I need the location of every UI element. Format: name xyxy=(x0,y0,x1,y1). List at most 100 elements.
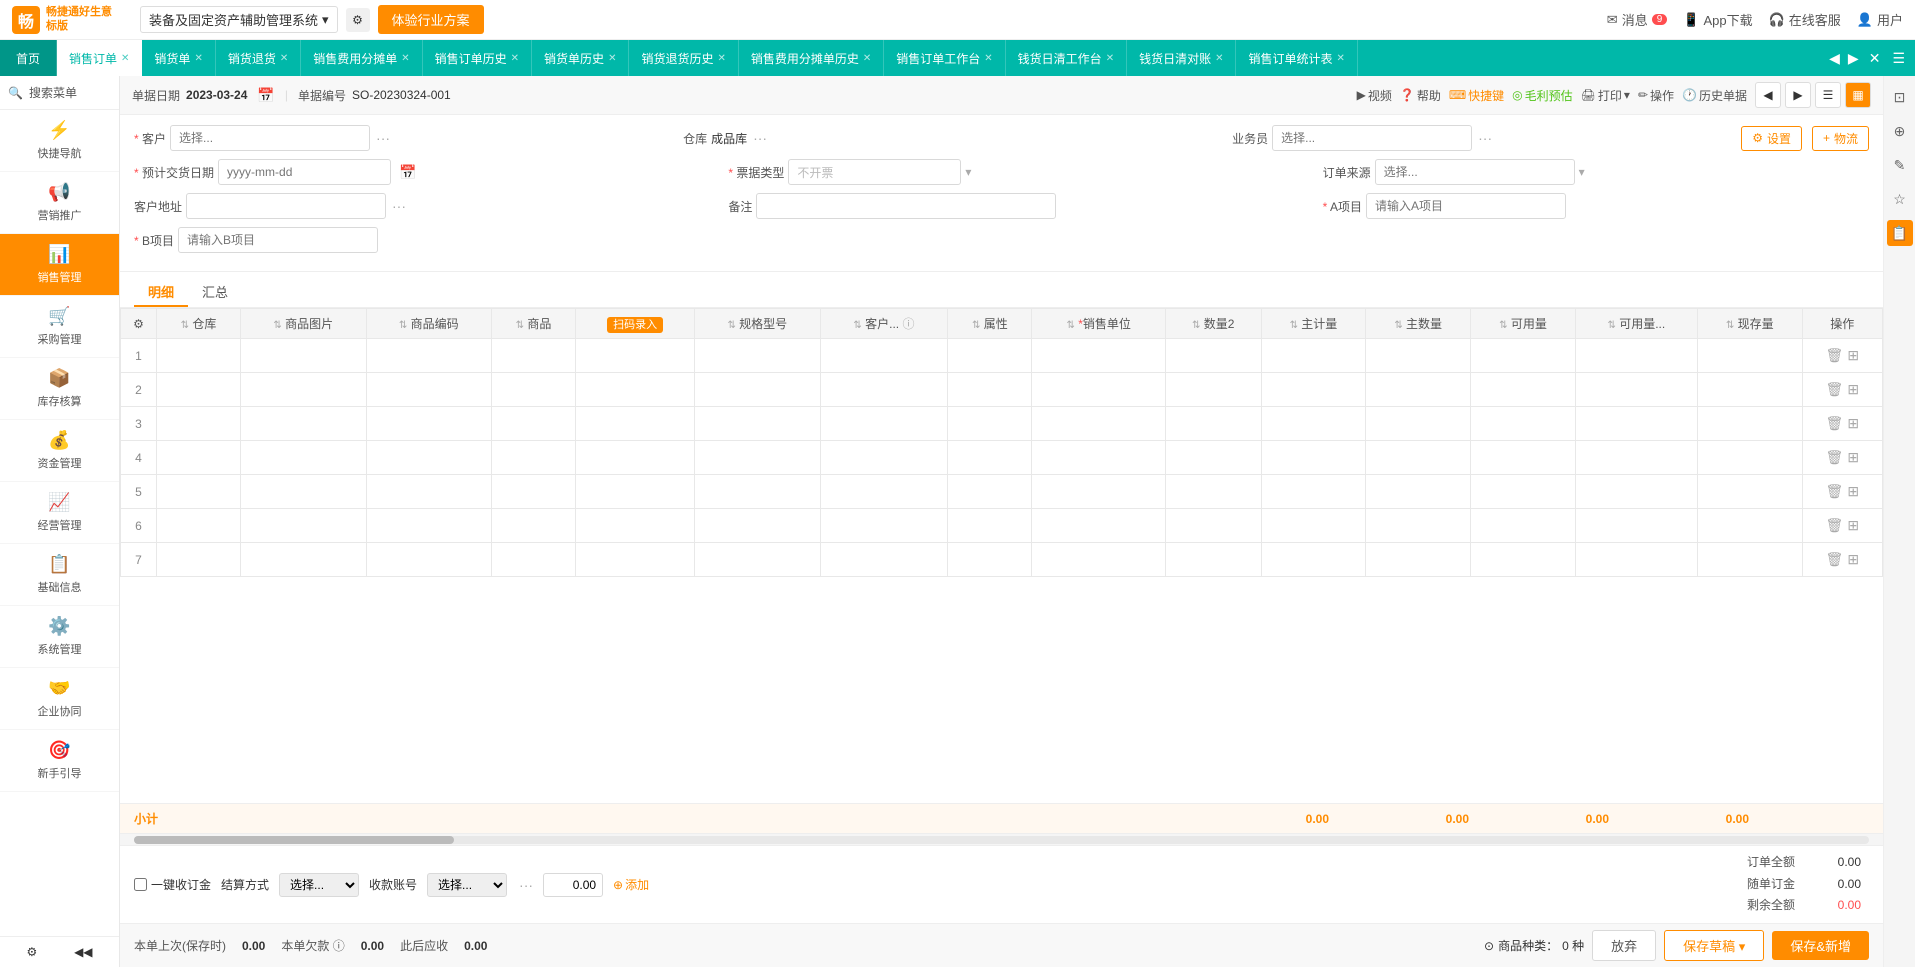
settings-icon[interactable]: ⚙ xyxy=(346,8,370,32)
sidebar-item-enterprise[interactable]: 🤝 企业协同 xyxy=(0,668,119,730)
online-service-item[interactable]: 🎧 在线客服 xyxy=(1769,10,1841,29)
tab-close-icon[interactable]: ✕ xyxy=(863,53,871,64)
payment-amount-input[interactable] xyxy=(543,873,603,897)
add-payment-btn[interactable]: ⊕ 添加 xyxy=(613,876,649,893)
tab-sales-order[interactable]: 销售订单 ✕ xyxy=(57,40,142,76)
quick-close-checkbox[interactable] xyxy=(134,878,147,891)
tab-close-icon[interactable]: ✕ xyxy=(608,53,616,64)
tab-close-icon[interactable]: ✕ xyxy=(1215,53,1223,64)
shortcut-btn[interactable]: ⌨ 快捷键 xyxy=(1449,87,1504,104)
delivery-date-input[interactable] xyxy=(218,159,391,185)
right-icon-5[interactable]: 📋 xyxy=(1887,220,1913,246)
discard-btn[interactable]: 放弃 xyxy=(1592,930,1656,961)
history-btn[interactable]: 🕐 历史单据 xyxy=(1682,87,1747,104)
project-b-input[interactable] xyxy=(178,227,378,253)
project-a-input[interactable] xyxy=(1366,193,1566,219)
delete-row-icon[interactable]: 🗑 xyxy=(1826,483,1844,500)
tab-close-icon[interactable]: ✕ xyxy=(401,53,409,64)
sidebar-settings-icon[interactable]: ⚙ xyxy=(26,945,37,959)
salesperson-input[interactable] xyxy=(1272,125,1472,151)
sidebar-item-finance[interactable]: 💰 资金管理 xyxy=(0,420,119,482)
sidebar-item-guide[interactable]: 🎯 新手引导 xyxy=(0,730,119,792)
tab-return-history[interactable]: 销货退货历史 ✕ xyxy=(629,40,738,76)
sidebar-item-search[interactable]: 🔍 搜索菜单 xyxy=(0,76,119,110)
order-source-input[interactable] xyxy=(1375,159,1575,185)
copy-row-icon[interactable]: ⊞ xyxy=(1847,347,1859,364)
tab-invoice-history[interactable]: 销货单历史 ✕ xyxy=(532,40,629,76)
horizontal-scrollbar[interactable] xyxy=(120,833,1883,845)
message-item[interactable]: ✉ 消息 9 xyxy=(1607,10,1667,29)
sidebar-item-system[interactable]: ⚙️ 系统管理 xyxy=(0,606,119,668)
user-item[interactable]: 👤 用户 xyxy=(1857,10,1903,29)
tab-close-all[interactable]: ✕ xyxy=(1863,50,1887,67)
sidebar-collapse-icon[interactable]: ◀◀ xyxy=(74,945,92,959)
account-more-icon[interactable]: ··· xyxy=(519,877,533,893)
tab-close-icon[interactable]: ✕ xyxy=(511,53,519,64)
tab-menu[interactable]: ☰ xyxy=(1886,50,1911,67)
view-video-btn[interactable]: ▶ 视频 xyxy=(1357,87,1392,104)
tab-scroll-right[interactable]: ▶ xyxy=(1844,50,1863,67)
quick-close-label[interactable]: 一键收订金 xyxy=(134,876,211,893)
tab-home[interactable]: 首页 xyxy=(0,40,57,76)
right-icon-1[interactable]: ⊡ xyxy=(1887,84,1913,110)
customer-more-icon[interactable]: ··· xyxy=(376,130,390,146)
tab-close-icon[interactable]: ✕ xyxy=(194,53,202,64)
tab-daily-workbench[interactable]: 钱货日清工作台 ✕ xyxy=(1006,40,1127,76)
delete-row-icon[interactable]: 🗑 xyxy=(1826,347,1844,364)
delivery-calendar-icon[interactable]: 📅 xyxy=(399,164,416,181)
delete-row-icon[interactable]: 🗑 xyxy=(1826,449,1844,466)
sidebar-item-quick-nav[interactable]: ⚡ 快捷导航 xyxy=(0,110,119,172)
tab-sales-stats[interactable]: 销售订单统计表 ✕ xyxy=(1236,40,1357,76)
form-settings-btn[interactable]: ⚙ 设置 xyxy=(1741,126,1802,151)
address-input[interactable] xyxy=(186,193,386,219)
sidebar-item-purchase[interactable]: 🛒 采购管理 xyxy=(0,296,119,358)
industry-button[interactable]: 体验行业方案 xyxy=(378,5,484,34)
tab-close-icon[interactable]: ✕ xyxy=(1106,53,1114,64)
account-select[interactable]: 选择... xyxy=(427,873,507,897)
payment-method-select[interactable]: 选择... xyxy=(279,873,359,897)
tab-detail[interactable]: 明细 xyxy=(134,278,188,307)
right-icon-2[interactable]: ⊕ xyxy=(1887,118,1913,144)
form-logistics-btn[interactable]: + 物流 xyxy=(1812,126,1869,151)
help-btn[interactable]: ❓ 帮助 xyxy=(1400,87,1441,104)
list-view-btn[interactable]: ☰ xyxy=(1815,82,1841,108)
prev-record-btn[interactable]: ◀ xyxy=(1755,82,1781,108)
col-scan[interactable]: 扫码录入 xyxy=(576,309,695,339)
tab-order-workbench[interactable]: 销售订单工作台 ✕ xyxy=(884,40,1005,76)
app-download-item[interactable]: 📱 App下载 xyxy=(1683,10,1752,29)
tab-scroll-left[interactable]: ◀ xyxy=(1825,50,1844,67)
profit-btn[interactable]: ◎ 毛利预估 xyxy=(1512,87,1573,104)
customer-input[interactable] xyxy=(170,125,370,151)
salesperson-more-icon[interactable]: ··· xyxy=(1478,130,1492,146)
tab-summary[interactable]: 汇总 xyxy=(188,278,242,307)
delete-row-icon[interactable]: 🗑 xyxy=(1826,551,1844,568)
copy-row-icon[interactable]: ⊞ xyxy=(1847,483,1859,500)
order-source-dropdown-icon[interactable]: ▾ xyxy=(1579,165,1585,179)
form-view-btn[interactable]: ▦ xyxy=(1845,82,1871,108)
delete-row-icon[interactable]: 🗑 xyxy=(1826,381,1844,398)
copy-row-icon[interactable]: ⊞ xyxy=(1847,415,1859,432)
tab-order-history[interactable]: 销售订单历史 ✕ xyxy=(423,40,532,76)
address-more-icon[interactable]: ··· xyxy=(392,198,406,214)
system-title[interactable]: 装备及固定资产辅助管理系统 ▾ xyxy=(140,6,338,33)
copy-row-icon[interactable]: ⊞ xyxy=(1847,517,1859,534)
delete-row-icon[interactable]: 🗑 xyxy=(1826,415,1844,432)
copy-row-icon[interactable]: ⊞ xyxy=(1847,449,1859,466)
invoice-type-dropdown-icon[interactable]: ▾ xyxy=(965,165,971,179)
tab-close-icon[interactable]: ✕ xyxy=(984,53,992,64)
tab-close-icon[interactable]: ✕ xyxy=(1337,53,1345,64)
right-icon-3[interactable]: ✎ xyxy=(1887,152,1913,178)
copy-row-icon[interactable]: ⊞ xyxy=(1847,551,1859,568)
tab-daily-reconcile[interactable]: 钱货日清对账 ✕ xyxy=(1127,40,1236,76)
save-new-btn[interactable]: 保存&新增 xyxy=(1772,931,1869,960)
tab-close-icon[interactable]: ✕ xyxy=(717,53,725,64)
remarks-input[interactable] xyxy=(756,193,1056,219)
warehouse-more-icon[interactable]: ··· xyxy=(753,130,767,146)
tab-sales-invoice[interactable]: 销货单 ✕ xyxy=(142,40,215,76)
tab-expense-history[interactable]: 销售费用分摊单历史 ✕ xyxy=(739,40,884,76)
tab-close-icon[interactable]: ✕ xyxy=(121,53,129,64)
action-btn[interactable]: ✏ 操作 xyxy=(1638,87,1674,104)
sidebar-item-sales[interactable]: 📊 销售管理 xyxy=(0,234,119,296)
print-btn[interactable]: 🖨 打印 ▾ xyxy=(1581,87,1630,104)
sidebar-item-marketing[interactable]: 📢 营销推广 xyxy=(0,172,119,234)
